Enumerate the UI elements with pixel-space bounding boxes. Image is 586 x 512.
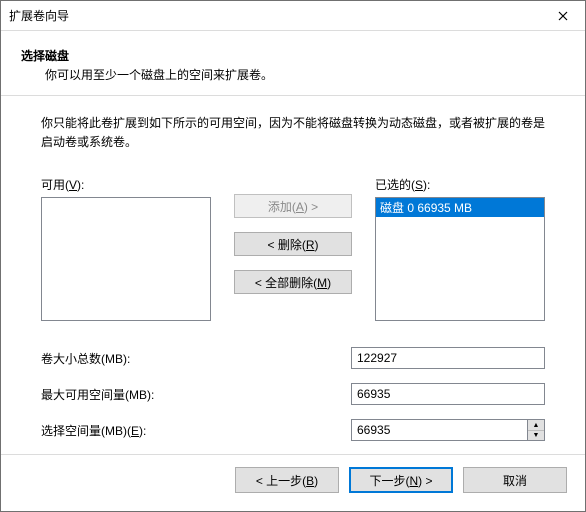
remove-all-button[interactable]: < 全部删除(M) [234,270,352,294]
next-button[interactable]: 下一步(N) > [349,467,453,493]
disk-selection-row: 可用(V): 添加(A) > < 删除(R) < 全部删除(M) 已选的(S): [41,176,545,321]
cancel-button[interactable]: 取消 [463,467,567,493]
max-size-value: 66935 [351,383,545,405]
list-item[interactable]: 磁盘 0 66935 MB [376,198,544,217]
back-button[interactable]: < 上一步(B) [235,467,339,493]
window-title: 扩展卷向导 [9,7,69,24]
info-text: 你只能将此卷扩展到如下所示的可用空间，因为不能将磁盘转换为动态磁盘，或者被扩展的… [41,114,545,152]
max-size-row: 最大可用空间量(MB): 66935 [41,383,545,405]
header-subtitle: 你可以用至少一个磁盘上的空间来扩展卷。 [45,66,555,83]
spinner-down-icon[interactable]: ▼ [528,431,544,441]
total-size-row: 卷大小总数(MB): 122927 [41,347,545,369]
total-size-label: 卷大小总数(MB): [41,350,351,367]
selected-listbox[interactable]: 磁盘 0 66935 MB [375,197,545,321]
select-size-row: 选择空间量(MB)(E): ▲ ▼ [41,419,545,441]
available-listbox[interactable] [41,197,211,321]
available-column: 可用(V): [41,176,211,321]
selected-label: 已选的(S): [375,176,545,193]
select-size-label: 选择空间量(MB)(E): [41,422,351,439]
add-button[interactable]: 添加(A) > [234,194,352,218]
spinner-up-icon[interactable]: ▲ [528,420,544,431]
select-size-input[interactable] [351,419,527,441]
remove-button[interactable]: < 删除(R) [234,232,352,256]
available-label: 可用(V): [41,176,211,193]
header-title: 选择磁盘 [21,47,555,64]
size-fields: 卷大小总数(MB): 122927 最大可用空间量(MB): 66935 选择空… [41,347,545,441]
titlebar: 扩展卷向导 [1,1,585,31]
transfer-buttons: 添加(A) > < 删除(R) < 全部删除(M) [211,176,375,294]
wizard-header: 选择磁盘 你可以用至少一个磁盘上的空间来扩展卷。 [1,31,585,95]
max-size-label: 最大可用空间量(MB): [41,386,351,403]
wizard-footer: < 上一步(B) 下一步(N) > 取消 [1,455,585,511]
close-icon[interactable] [540,1,585,30]
spinner-arrows: ▲ ▼ [527,419,545,441]
wizard-window: 扩展卷向导 选择磁盘 你可以用至少一个磁盘上的空间来扩展卷。 你只能将此卷扩展到… [0,0,586,512]
total-size-value: 122927 [351,347,545,369]
select-size-spinner[interactable]: ▲ ▼ [351,419,545,441]
wizard-content: 你只能将此卷扩展到如下所示的可用空间，因为不能将磁盘转换为动态磁盘，或者被扩展的… [1,96,585,454]
selected-column: 已选的(S): 磁盘 0 66935 MB [375,176,545,321]
